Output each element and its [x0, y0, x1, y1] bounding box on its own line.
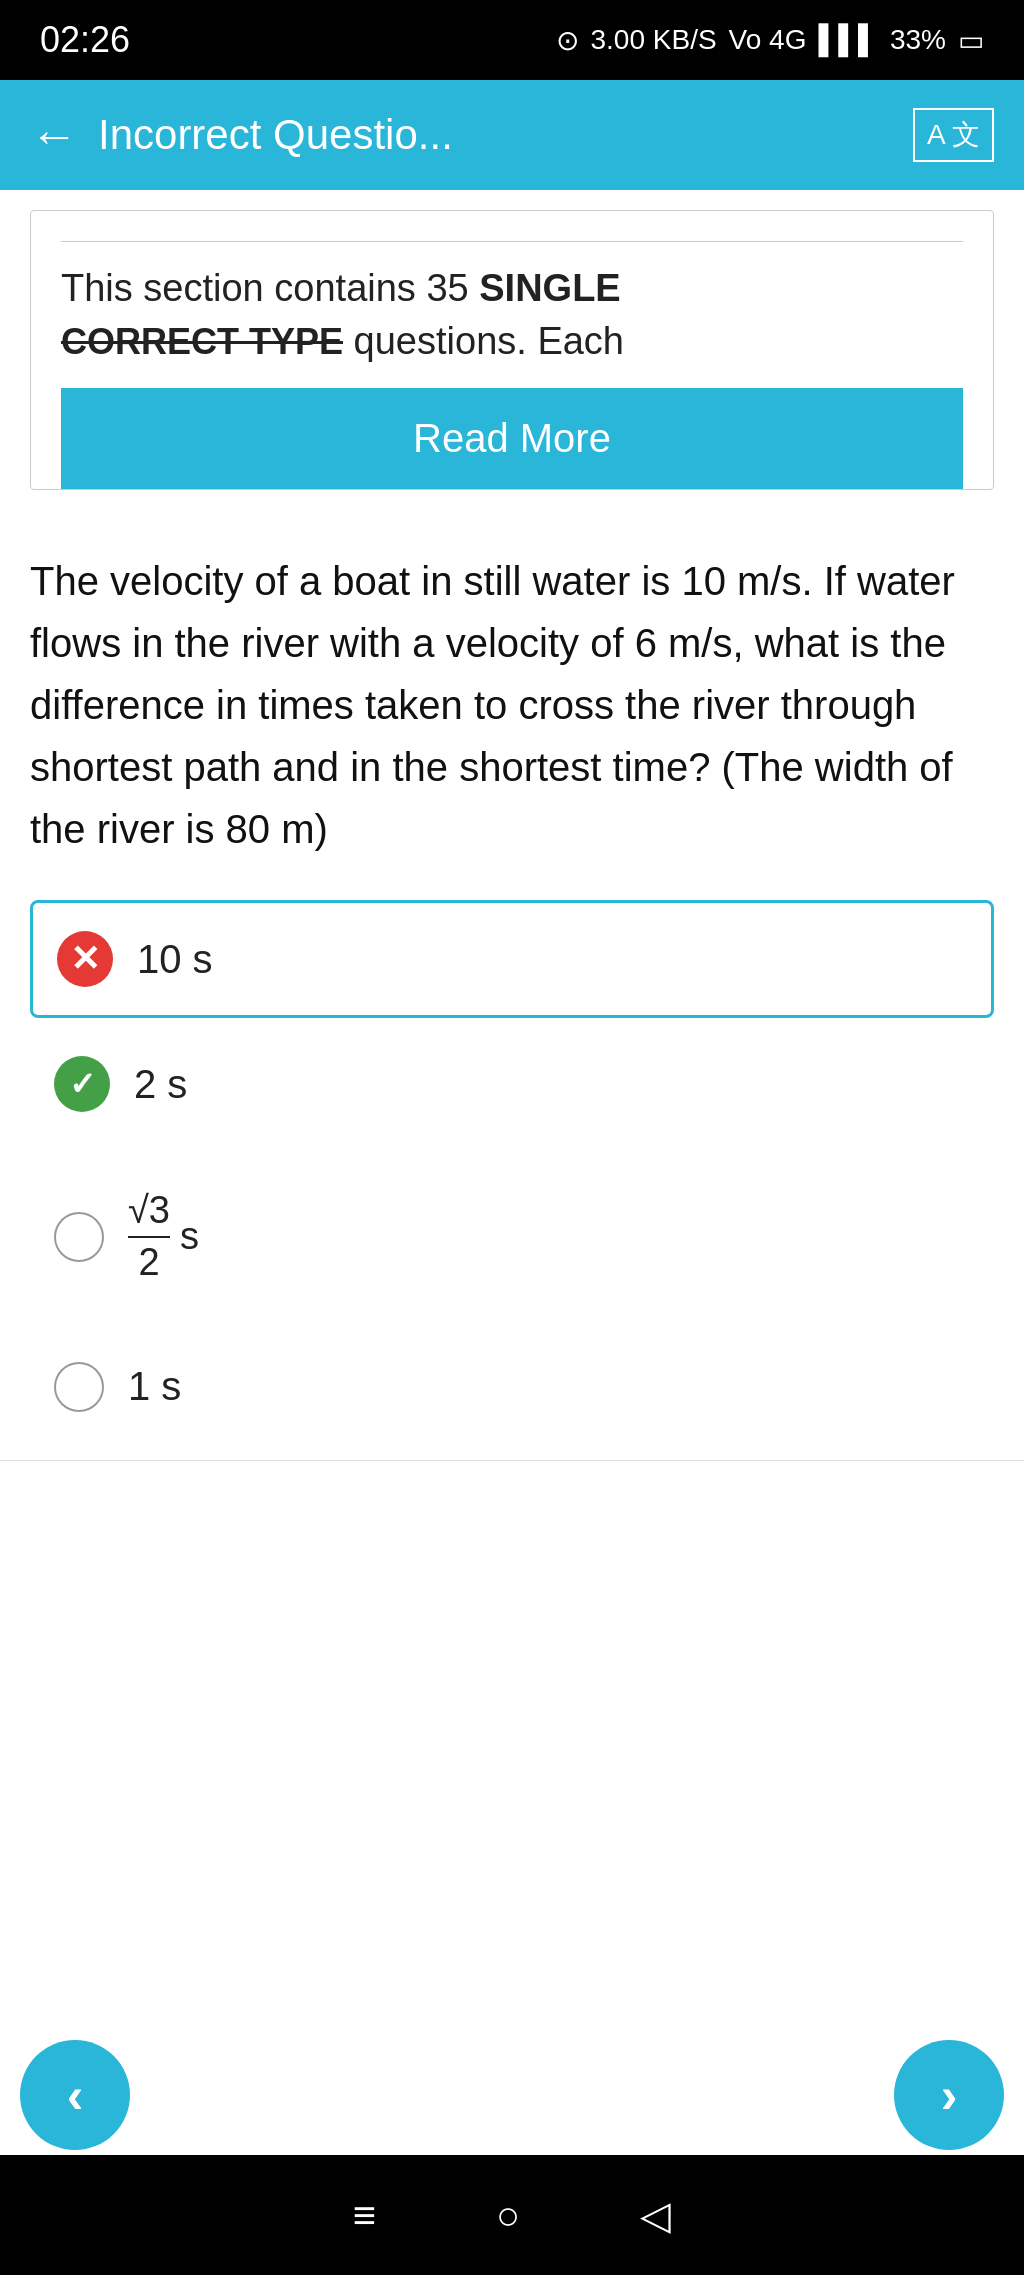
back-nav-button[interactable]: ◁ — [640, 2192, 671, 2238]
info-text-rest: questions. Each — [354, 320, 624, 362]
answer-option-a[interactable]: ✕ 10 s — [30, 900, 994, 1018]
info-text-normal: This section contains 35 — [61, 267, 479, 309]
read-more-button[interactable]: Read More — [61, 388, 963, 489]
x-symbol: ✕ — [70, 941, 100, 977]
radio-c — [54, 1212, 104, 1262]
translate-button[interactable]: A 文 — [913, 108, 994, 162]
answer-option-b[interactable]: ✓ 2 s — [30, 1028, 994, 1140]
question-text: The velocity of a boat in still water is… — [0, 510, 1024, 890]
network-type: Vo 4G — [729, 24, 807, 56]
menu-button[interactable]: ≡ — [353, 2193, 376, 2238]
prev-button[interactable]: ‹ — [20, 2040, 130, 2150]
status-icons: ⊙ 3.00 KB/S Vo 4G ▌▌▌ 33% ▭ — [556, 24, 985, 57]
translate-label: A 文 — [927, 116, 980, 154]
section-divider — [0, 1460, 1024, 1461]
status-time: 02:26 — [40, 19, 130, 61]
app-header: ← Incorrect Questio... A 文 — [0, 80, 1024, 190]
answer-option-d[interactable]: 1 s — [30, 1334, 994, 1440]
next-button[interactable]: › — [894, 2040, 1004, 2150]
info-card: This section contains 35 SINGLE CORRECT … — [30, 210, 994, 490]
bottom-navigation: ‹ › — [0, 2035, 1024, 2155]
next-icon: › — [941, 2066, 958, 2124]
home-button[interactable]: ○ — [496, 2193, 520, 2238]
back-button[interactable]: ← — [30, 108, 78, 163]
fraction-unit: s — [180, 1216, 199, 1258]
answer-label-a: 10 s — [137, 937, 213, 982]
header-title: Incorrect Questio... — [98, 111, 893, 159]
status-bar: 02:26 ⊙ 3.00 KB/S Vo 4G ▌▌▌ 33% ▭ — [0, 0, 1024, 80]
answer-label-b: 2 s — [134, 1062, 187, 1107]
card-divider — [61, 241, 963, 242]
alarm-icon: ⊙ — [556, 24, 579, 57]
answer-fraction-c: √3 2 s — [128, 1190, 199, 1284]
radio-d — [54, 1362, 104, 1412]
wrong-icon-a: ✕ — [57, 931, 113, 987]
sqrt-3: √3 — [128, 1190, 170, 1232]
signal-icon: ▌▌▌ — [818, 24, 878, 56]
system-nav-bar: ≡ ○ ◁ — [0, 2155, 1024, 2275]
check-symbol: ✓ — [69, 1065, 96, 1103]
answer-option-c[interactable]: √3 2 s — [30, 1150, 994, 1324]
prev-icon: ‹ — [67, 2066, 84, 2124]
data-speed: 3.00 KB/S — [591, 24, 717, 56]
denominator-2: 2 — [138, 1242, 159, 1284]
answer-label-d: 1 s — [128, 1364, 181, 1409]
battery-percent: 33% — [890, 24, 946, 56]
answers-section: ✕ 10 s ✓ 2 s √3 2 s 1 s — [0, 900, 1024, 1440]
battery-icon: ▭ — [958, 24, 984, 57]
info-text-strike: CORRECT TYPE — [61, 321, 343, 362]
info-text-bold: SINGLE — [479, 267, 620, 309]
correct-icon-b: ✓ — [54, 1056, 110, 1112]
info-text: This section contains 35 SINGLE CORRECT … — [61, 262, 963, 368]
